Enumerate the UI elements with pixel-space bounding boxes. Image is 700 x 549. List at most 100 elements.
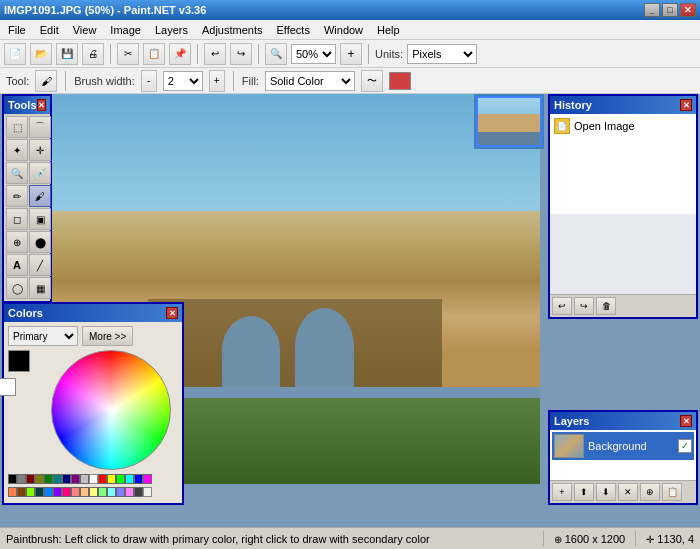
cut-button[interactable]: ✂ [117, 43, 139, 65]
color-swatch[interactable] [89, 474, 98, 484]
layer-item[interactable]: Background ✓ [552, 432, 694, 460]
undo-button[interactable]: ↩ [204, 43, 226, 65]
color-swatch[interactable] [71, 487, 80, 497]
menu-layers[interactable]: Layers [149, 22, 194, 38]
secondary-color-box[interactable] [0, 378, 16, 396]
fill-select[interactable]: Solid Color [265, 71, 355, 91]
gradient-tool[interactable]: ▦ [29, 277, 51, 299]
color-swatch[interactable] [35, 487, 44, 497]
redo-button[interactable]: ↪ [230, 43, 252, 65]
color-swatch[interactable] [89, 487, 98, 497]
duplicate-layer-btn[interactable]: 📋 [662, 483, 682, 501]
menu-file[interactable]: File [2, 22, 32, 38]
copy-button[interactable]: 📋 [143, 43, 165, 65]
brush-width-increase[interactable]: + [209, 70, 225, 92]
brush-width-decrease[interactable]: - [141, 70, 157, 92]
menu-image[interactable]: Image [104, 22, 147, 38]
lasso-select-tool[interactable]: ⌒ [29, 116, 51, 138]
history-item[interactable]: 📄 Open Image [552, 116, 694, 136]
layer-visible-checkbox[interactable]: ✓ [678, 439, 692, 453]
paintbrush-tool-icon[interactable]: 🖌 [35, 70, 57, 92]
menu-view[interactable]: View [67, 22, 103, 38]
color-swatch[interactable] [17, 487, 26, 497]
color-swatch[interactable] [17, 474, 26, 484]
color-swatch[interactable] [80, 487, 89, 497]
primary-color-box[interactable] [8, 350, 30, 372]
rectangle-select-tool[interactable]: ⬚ [6, 116, 28, 138]
maximize-button[interactable]: □ [662, 3, 678, 17]
color-swatch[interactable] [134, 487, 143, 497]
eyedropper-tool[interactable]: 💉 [29, 162, 51, 184]
add-layer-btn[interactable]: + [552, 483, 572, 501]
delete-layer-btn[interactable]: ✕ [618, 483, 638, 501]
curve-tool-btn[interactable]: 〜 [361, 70, 383, 92]
color-swatch[interactable] [107, 474, 116, 484]
color-swatch[interactable] [53, 474, 62, 484]
history-undo-btn[interactable]: ↩ [552, 297, 572, 315]
color-swatch[interactable] [143, 487, 152, 497]
line-tool[interactable]: ╱ [29, 254, 51, 276]
layers-close-button[interactable]: ✕ [680, 415, 692, 427]
print-button[interactable]: 🖨 [82, 43, 104, 65]
color-swatch[interactable] [26, 474, 35, 484]
menu-adjustments[interactable]: Adjustments [196, 22, 269, 38]
color-swatch[interactable] [35, 474, 44, 484]
color-swatch[interactable] [98, 487, 107, 497]
recolor-tool[interactable]: ⬤ [29, 231, 51, 253]
move-layer-down-btn[interactable]: ⬇ [596, 483, 616, 501]
color-swatch[interactable] [53, 487, 62, 497]
color-swatch[interactable] [26, 487, 35, 497]
zoom-tool[interactable]: 🔍 [6, 162, 28, 184]
zoom-out-button[interactable]: 🔍 [265, 43, 287, 65]
color-type-select[interactable]: Primary [8, 326, 78, 346]
color-swatch[interactable] [107, 487, 116, 497]
color-swatch[interactable] [62, 487, 71, 497]
color-swatch[interactable] [116, 487, 125, 497]
merge-layer-btn[interactable]: ⊕ [640, 483, 660, 501]
close-button[interactable]: ✕ [680, 3, 696, 17]
fill-tool[interactable]: ▣ [29, 208, 51, 230]
color-swatch[interactable] [71, 474, 80, 484]
menu-window[interactable]: Window [318, 22, 369, 38]
color-swatch[interactable] [8, 487, 17, 497]
color-swatch[interactable] [125, 474, 134, 484]
menu-effects[interactable]: Effects [271, 22, 316, 38]
color-swatch[interactable] [44, 474, 53, 484]
color-swatch[interactable] [8, 474, 17, 484]
color-swatch[interactable] [80, 474, 89, 484]
color-swatch[interactable] [143, 474, 152, 484]
menu-edit[interactable]: Edit [34, 22, 65, 38]
pencil-tool[interactable]: ✏ [6, 185, 28, 207]
color-swatch[interactable] [134, 474, 143, 484]
paintbrush-tool[interactable]: 🖌 [29, 185, 51, 207]
history-close-button[interactable]: ✕ [680, 99, 692, 111]
more-colors-button[interactable]: More >> [82, 326, 133, 346]
tools-close-button[interactable]: ✕ [37, 99, 46, 111]
menu-help[interactable]: Help [371, 22, 406, 38]
eraser-tool[interactable]: ◻ [6, 208, 28, 230]
open-button[interactable]: 📂 [30, 43, 52, 65]
magic-wand-tool[interactable]: ✦ [6, 139, 28, 161]
color-swatch[interactable] [98, 474, 107, 484]
history-clear-btn[interactable]: 🗑 [596, 297, 616, 315]
move-layer-up-btn[interactable]: ⬆ [574, 483, 594, 501]
text-tool[interactable]: A [6, 254, 28, 276]
zoom-select[interactable]: 50% [291, 44, 336, 64]
color-swatch[interactable] [116, 474, 125, 484]
save-button[interactable]: 💾 [56, 43, 78, 65]
colors-close-button[interactable]: ✕ [166, 307, 178, 319]
color-wheel[interactable] [51, 350, 171, 470]
color-swatch[interactable] [44, 487, 53, 497]
color-indicator[interactable] [389, 72, 411, 90]
color-swatch[interactable] [62, 474, 71, 484]
shapes-tool[interactable]: ◯ [6, 277, 28, 299]
history-redo-btn[interactable]: ↪ [574, 297, 594, 315]
units-select[interactable]: Pixels [407, 44, 477, 64]
clone-stamp-tool[interactable]: ⊕ [6, 231, 28, 253]
minimize-button[interactable]: _ [644, 3, 660, 17]
brush-width-select[interactable]: 2 [163, 71, 203, 91]
zoom-in-button[interactable]: + [340, 43, 362, 65]
paste-button[interactable]: 📌 [169, 43, 191, 65]
new-button[interactable]: 📄 [4, 43, 26, 65]
color-swatch[interactable] [125, 487, 134, 497]
